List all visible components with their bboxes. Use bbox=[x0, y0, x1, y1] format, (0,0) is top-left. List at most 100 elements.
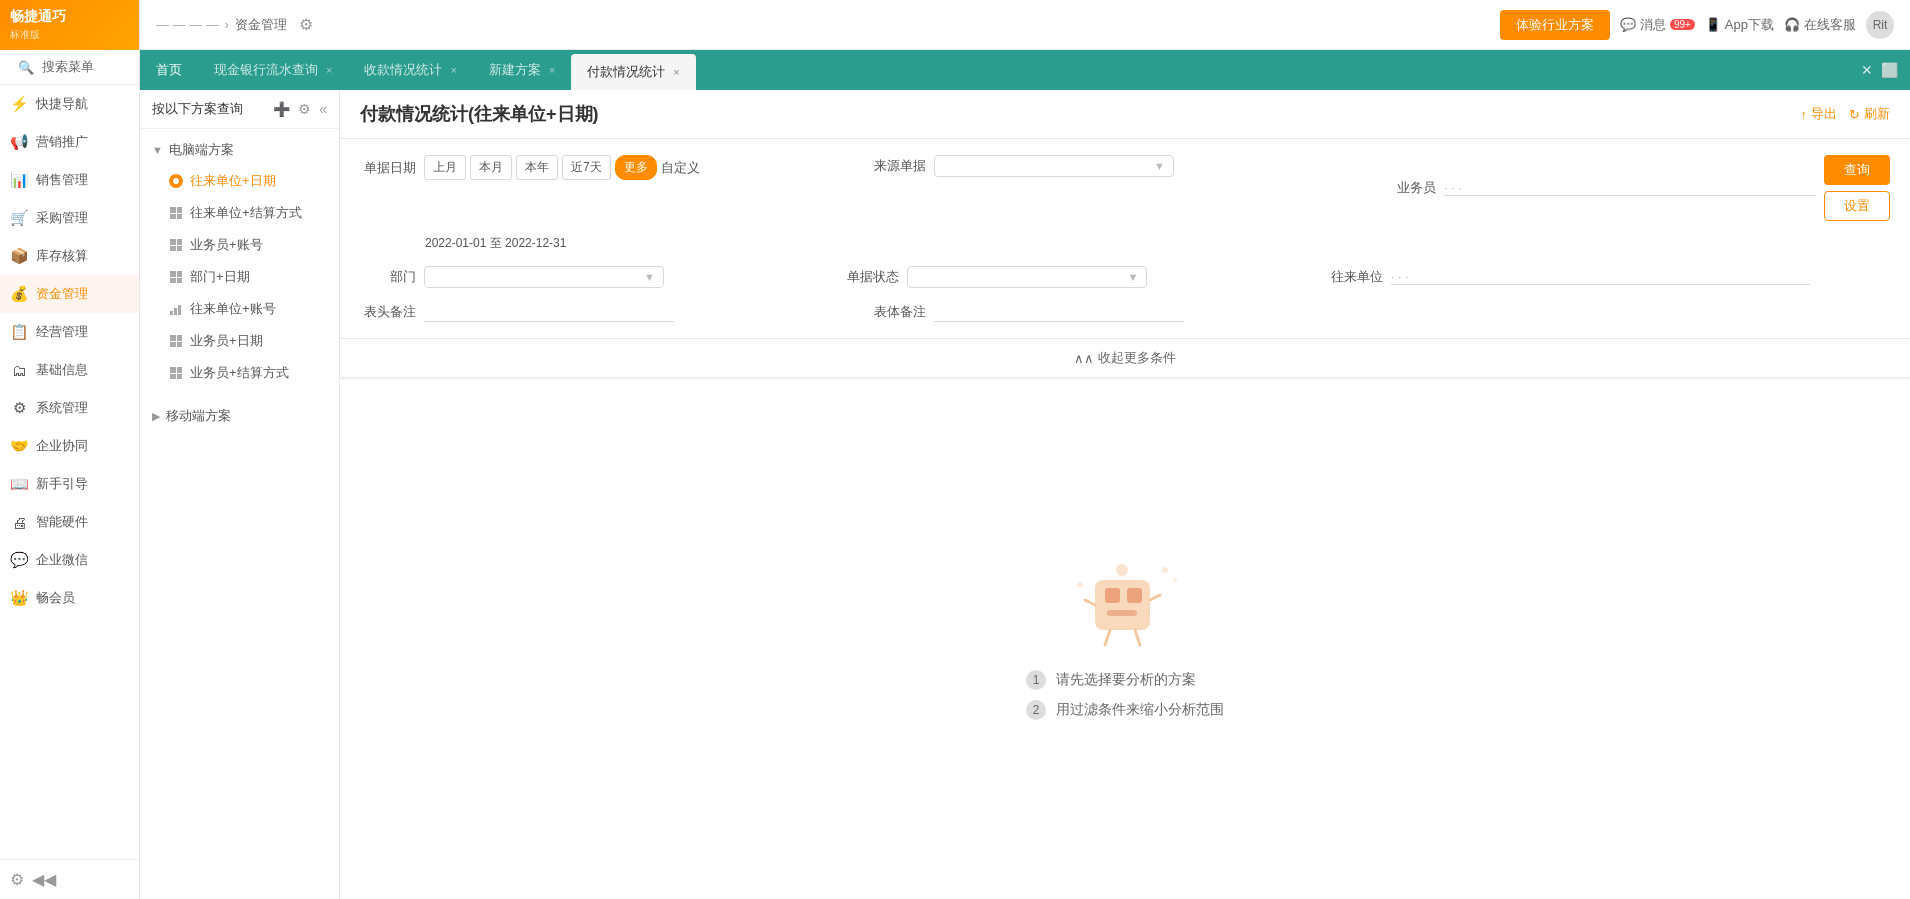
settings-footer-btn[interactable]: ⚙ bbox=[10, 870, 24, 889]
scheme-group-desktop-header[interactable]: ▼ 电脑端方案 bbox=[140, 135, 339, 165]
online-service-label: 在线客服 bbox=[1804, 16, 1856, 34]
scheme-item-partner-account[interactable]: 往来单位+账号 bbox=[140, 293, 339, 325]
date-btn-custom[interactable]: 自定义 bbox=[661, 159, 700, 177]
sidebar-item-capital[interactable]: 💰 资金管理 bbox=[0, 275, 139, 313]
tab-new-plan-close[interactable]: × bbox=[549, 64, 555, 76]
topbar-settings-icon[interactable]: ⚙ bbox=[299, 15, 313, 34]
sidebar: 畅捷通巧 标准版 🔍 搜索菜单 ⚡ 快捷导航 📢 营销推广 📊 销售管理 🛒 采… bbox=[0, 0, 140, 899]
tab-bank-flow[interactable]: 现金银行流水查询 × bbox=[198, 50, 348, 90]
tab-collection-stats[interactable]: 收款情况统计 × bbox=[348, 50, 472, 90]
date-btn-last-month[interactable]: 上月 bbox=[424, 155, 466, 180]
sidebar-item-guide[interactable]: 📖 新手引导 bbox=[0, 465, 139, 503]
tab-maximize-btn[interactable]: ⬜ bbox=[1881, 62, 1898, 78]
tab-close-all-btn[interactable]: ✕ bbox=[1861, 62, 1873, 78]
voucher-status-select[interactable]: ▼ bbox=[907, 266, 1147, 288]
wechat-icon: 💬 bbox=[10, 551, 28, 569]
app-download-btn[interactable]: 📱 App下载 bbox=[1705, 16, 1774, 34]
voucher-status-arrow-icon: ▼ bbox=[1127, 271, 1138, 283]
scheme-group-desktop: ▼ 电脑端方案 往来单位+日期 往来单位+结算方式 bbox=[140, 129, 339, 395]
sidebar-item-quick-nav[interactable]: ⚡ 快捷导航 bbox=[0, 85, 139, 123]
inventory-icon: 📦 bbox=[10, 247, 28, 265]
department-select[interactable]: ▼ bbox=[424, 266, 664, 288]
body-note-input[interactable] bbox=[934, 302, 1184, 322]
sidebar-item-vip[interactable]: 👑 畅会员 bbox=[0, 579, 139, 617]
chevron-down-icon: ▼ bbox=[152, 144, 163, 156]
sidebar-item-inventory[interactable]: 📦 库存核算 bbox=[0, 237, 139, 275]
sidebar-item-purchase[interactable]: 🛒 采购管理 bbox=[0, 199, 139, 237]
tab-bank-flow-close[interactable]: × bbox=[326, 64, 332, 76]
message-badge: 99+ bbox=[1670, 19, 1695, 30]
online-service-btn[interactable]: 🎧 在线客服 bbox=[1784, 16, 1856, 34]
tab-new-plan[interactable]: 新建方案 × bbox=[473, 50, 571, 90]
export-btn[interactable]: ↑ 导出 bbox=[1801, 105, 1838, 123]
tab-home[interactable]: 首页 bbox=[140, 50, 198, 90]
scheme-panel-header: 按以下方案查询 ➕ ⚙ « bbox=[140, 90, 339, 129]
refresh-label: 刷新 bbox=[1864, 105, 1890, 123]
sidebar-item-label: 系统管理 bbox=[36, 399, 88, 417]
source-select[interactable]: ▼ bbox=[934, 155, 1174, 177]
svg-point-8 bbox=[1116, 564, 1128, 576]
source-arrow-icon: ▼ bbox=[1154, 160, 1165, 172]
date-btn-this-year[interactable]: 本年 bbox=[516, 155, 558, 180]
scheme-item-label: 往来单位+日期 bbox=[190, 172, 276, 190]
scheme-item-salesperson-account[interactable]: 业务员+账号 bbox=[140, 229, 339, 261]
scheme-item-partner-date[interactable]: 往来单位+日期 bbox=[140, 165, 339, 197]
sidebar-item-label: 企业协同 bbox=[36, 437, 88, 455]
settings-scheme-btn[interactable]: ⚙ bbox=[298, 101, 311, 117]
date-btn-this-month[interactable]: 本月 bbox=[470, 155, 512, 180]
salesperson-label: 业务员 bbox=[1380, 179, 1436, 197]
breadcrumb-company: — — — — bbox=[156, 17, 219, 32]
trial-btn[interactable]: 体验行业方案 bbox=[1500, 10, 1610, 40]
user-name: Rit bbox=[1873, 18, 1888, 32]
svg-rect-0 bbox=[1095, 580, 1150, 630]
header-note-input[interactable] bbox=[424, 302, 674, 322]
scheme-item-label: 往来单位+账号 bbox=[190, 300, 276, 318]
tab-payment-stats[interactable]: 付款情况统计 × bbox=[571, 54, 695, 90]
sidebar-item-basic-info[interactable]: 🗂 基础信息 bbox=[0, 351, 139, 389]
scheme-grid-icon bbox=[168, 365, 184, 381]
export-icon: ↑ bbox=[1801, 107, 1808, 122]
operations-icon: 📋 bbox=[10, 323, 28, 341]
scheme-item-salesperson-date[interactable]: 业务员+日期 bbox=[140, 325, 339, 357]
sidebar-version: 标准版 bbox=[10, 28, 66, 42]
sidebar-search[interactable]: 🔍 搜索菜单 bbox=[0, 50, 139, 85]
scheme-item-salesperson-settlement[interactable]: 业务员+结算方式 bbox=[140, 357, 339, 389]
scheme-item-label: 业务员+账号 bbox=[190, 236, 263, 254]
salesperson-dots: · · · bbox=[1444, 180, 1462, 195]
date-btn-more[interactable]: 更多 bbox=[615, 155, 657, 180]
sidebar-item-sales[interactable]: 📊 销售管理 bbox=[0, 161, 139, 199]
sidebar-item-label: 库存核算 bbox=[36, 247, 88, 265]
sidebar-item-label: 采购管理 bbox=[36, 209, 88, 227]
sidebar-item-enterprise[interactable]: 🤝 企业协同 bbox=[0, 427, 139, 465]
sidebar-item-operations[interactable]: 📋 经营管理 bbox=[0, 313, 139, 351]
scheme-item-partner-settlement[interactable]: 往来单位+结算方式 bbox=[140, 197, 339, 229]
query-btn[interactable]: 查询 bbox=[1824, 155, 1890, 185]
sidebar-item-label: 企业微信 bbox=[36, 551, 88, 569]
tab-payment-stats-close[interactable]: × bbox=[673, 66, 679, 78]
topbar-actions: 体验行业方案 💬 消息 99+ 📱 App下载 🎧 在线客服 Rit bbox=[1500, 10, 1894, 40]
empty-step-2: 2 用过滤条件来缩小分析范围 bbox=[1026, 700, 1224, 720]
sidebar-item-system[interactable]: ⚙ 系统管理 bbox=[0, 389, 139, 427]
scheme-group-mobile-header[interactable]: ▶ 移动端方案 bbox=[140, 401, 339, 431]
message-btn[interactable]: 💬 消息 99+ bbox=[1620, 16, 1695, 34]
chevron-up-icon: ∧∧ bbox=[1074, 351, 1094, 366]
setting-btn[interactable]: 设置 bbox=[1824, 191, 1890, 221]
sidebar-item-wechat[interactable]: 💬 企业微信 bbox=[0, 541, 139, 579]
date-btn-7days[interactable]: 近7天 bbox=[562, 155, 611, 180]
collapse-more-btn[interactable]: ∧∧ 收起更多条件 bbox=[1074, 349, 1176, 367]
search-icon: 🔍 bbox=[18, 60, 34, 75]
refresh-btn[interactable]: ↻ 刷新 bbox=[1849, 105, 1890, 123]
app-download-label: App下载 bbox=[1725, 16, 1774, 34]
user-avatar[interactable]: Rit bbox=[1866, 11, 1894, 39]
svg-line-5 bbox=[1150, 595, 1160, 600]
tab-collection-close[interactable]: × bbox=[450, 64, 456, 76]
scheme-item-department-date[interactable]: 部门+日期 bbox=[140, 261, 339, 293]
add-scheme-btn[interactable]: ➕ bbox=[273, 101, 290, 117]
scheme-panel: 按以下方案查询 ➕ ⚙ « ▼ 电脑端方案 往来单位+日期 bbox=[140, 90, 340, 899]
step-2-label: 用过滤条件来缩小分析范围 bbox=[1056, 701, 1224, 719]
hardware-icon: 🖨 bbox=[10, 513, 28, 531]
sidebar-item-marketing[interactable]: 📢 营销推广 bbox=[0, 123, 139, 161]
sidebar-item-hardware[interactable]: 🖨 智能硬件 bbox=[0, 503, 139, 541]
collapse-scheme-btn[interactable]: « bbox=[319, 101, 327, 117]
collapse-sidebar-btn[interactable]: ◀◀ bbox=[32, 870, 56, 889]
